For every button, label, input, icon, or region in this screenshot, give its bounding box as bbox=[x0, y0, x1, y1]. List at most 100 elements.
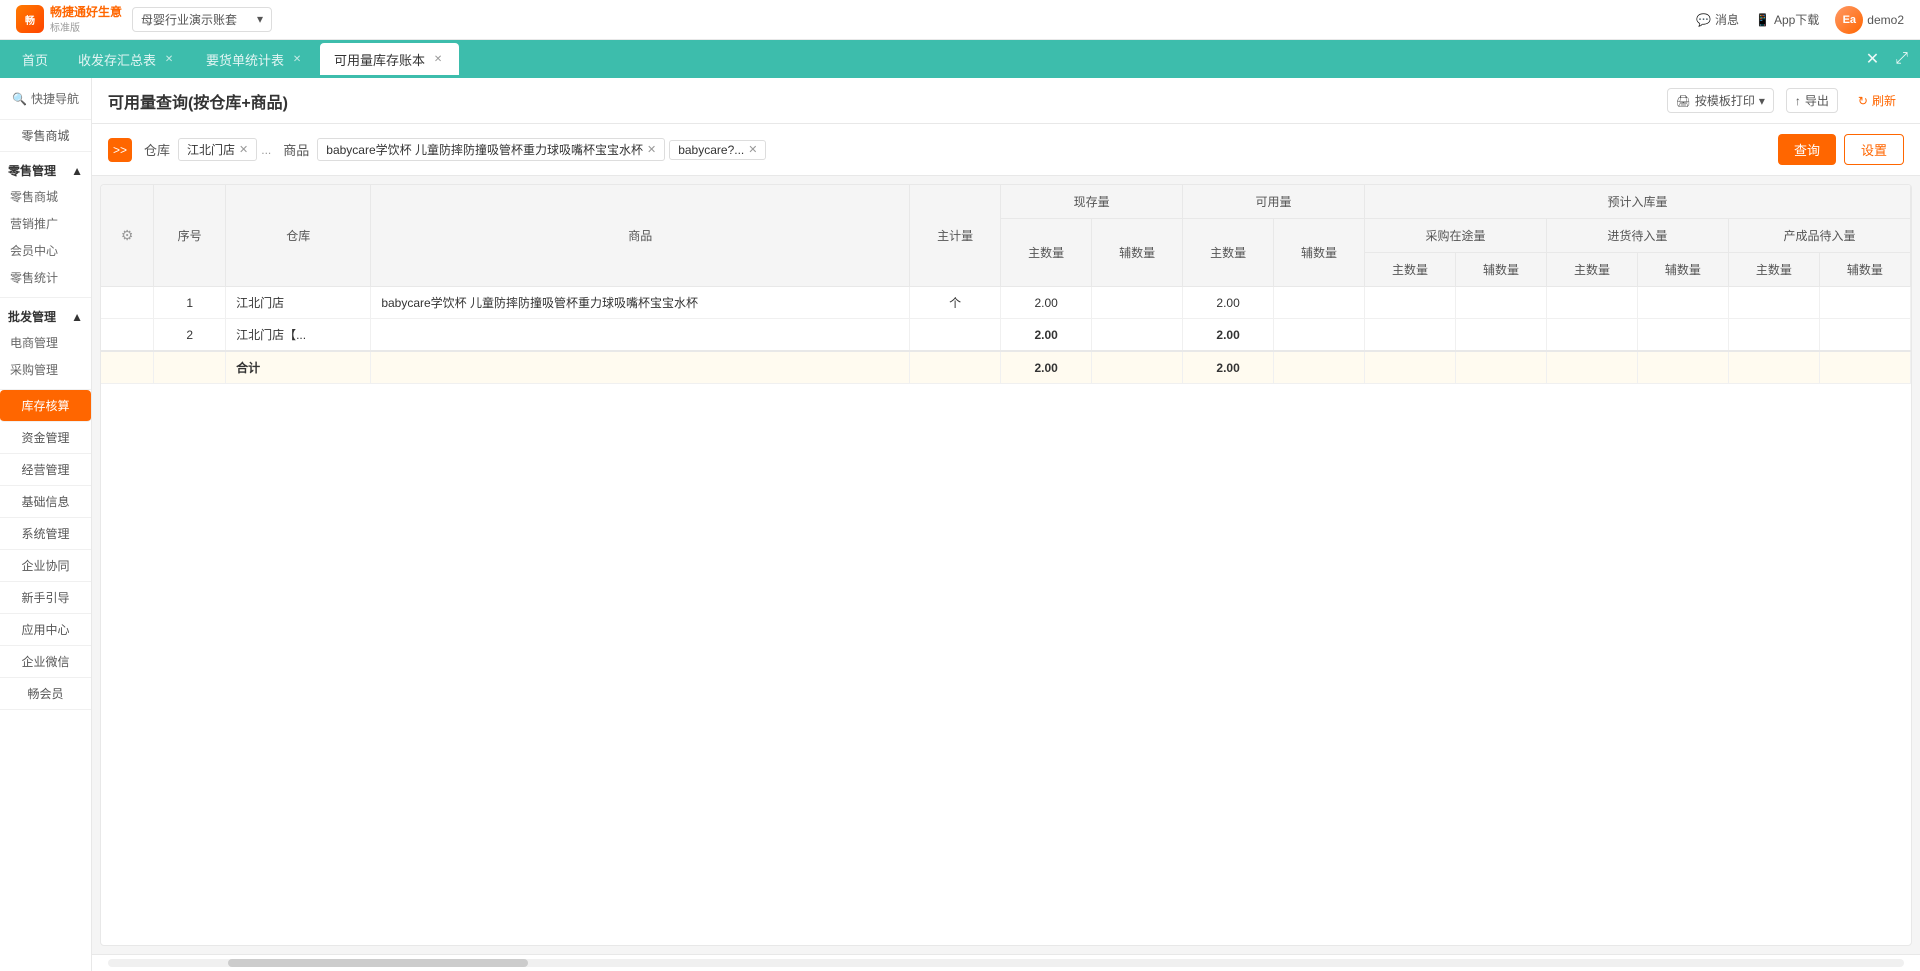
sidebar-item-quick-nav[interactable]: 零售商城 bbox=[0, 120, 91, 152]
close-all-tabs-button[interactable]: ✕ bbox=[1862, 47, 1883, 71]
logo-icon: 畅 bbox=[16, 5, 44, 33]
close-tab-receive[interactable]: ✕ bbox=[162, 52, 176, 66]
filter-actions: 查询 设置 bbox=[1778, 134, 1904, 165]
refresh-button[interactable]: ↻ 刷新 bbox=[1850, 89, 1904, 112]
close-tab-available[interactable]: ✕ bbox=[431, 52, 445, 66]
sidebar-item-marketing[interactable]: 营销推广 bbox=[6, 210, 85, 237]
sidebar-item-newbie[interactable]: 新手引导 bbox=[0, 582, 91, 614]
remove-product-tag-2[interactable]: ✕ bbox=[748, 143, 757, 156]
sidebar-item-system[interactable]: 系统管理 bbox=[0, 518, 91, 550]
sidebar-search[interactable]: 🔍 快捷导航 bbox=[0, 78, 91, 120]
tab-order[interactable]: 要货单统计表 ✕ bbox=[192, 43, 318, 75]
sidebar-item-basic[interactable]: 基础信息 bbox=[0, 486, 91, 518]
product-filter-section: 商品 babycare学饮杯 儿童防摔防撞吸管杯重力球吸嘴杯宝宝水杯 ✕ bab… bbox=[283, 138, 766, 161]
tab-receive[interactable]: 收发存汇总表 ✕ bbox=[64, 43, 190, 75]
main-content: 可用量查询(按仓库+商品) 🖨 按模板打印 ▾ ↑ 导出 ↻ 刷新 >> bbox=[92, 78, 1920, 971]
warehouse-more[interactable]: ... bbox=[261, 143, 271, 157]
page-header-actions: 🖨 按模板打印 ▾ ↑ 导出 ↻ 刷新 bbox=[1667, 88, 1904, 113]
th-stock: 现存量 bbox=[1001, 185, 1183, 219]
th-stock-sub: 辅数量 bbox=[1092, 219, 1183, 287]
scrollbar-thumb[interactable] bbox=[228, 959, 528, 967]
settings-button[interactable]: 设置 bbox=[1844, 134, 1904, 165]
logo-sub: 标准版 bbox=[50, 19, 122, 34]
sidebar-item-enterprise[interactable]: 企业协同 bbox=[0, 550, 91, 582]
th-forecast: 预计入库量 bbox=[1365, 185, 1911, 219]
sidebar-item-operation[interactable]: 经营管理 bbox=[0, 454, 91, 486]
tab-bar-left: 首页 收发存汇总表 ✕ 要货单统计表 ✕ 可用量库存账本 ✕ bbox=[8, 43, 459, 75]
table-row: 1 江北门店 babycare学饮杯 儿童防摔防撞吸管杯重力球吸嘴杯宝宝水杯 个… bbox=[101, 287, 1911, 319]
sidebar-item-inventory[interactable]: 库存核算 bbox=[0, 390, 91, 422]
sidebar-item-member-center[interactable]: 会员中心 bbox=[6, 237, 85, 264]
logo-text: 畅捷通好生意 bbox=[50, 5, 122, 19]
product-tag-babycare2[interactable]: babycare?... ✕ bbox=[669, 140, 766, 160]
th-available: 可用量 bbox=[1183, 185, 1365, 219]
download-icon: 📱 bbox=[1755, 13, 1770, 27]
th-inbound-main: 主数量 bbox=[1546, 253, 1637, 287]
th-purchase-sub: 辅数量 bbox=[1456, 253, 1547, 287]
warehouse-filter-section: 仓库 江北门店 ✕ ... bbox=[144, 138, 271, 161]
chevron-up-icon-batch: ▲ bbox=[71, 310, 83, 324]
sidebar-item-ecommerce[interactable]: 电商管理 bbox=[6, 329, 85, 356]
logo-area: 畅 畅捷通好生意 标准版 bbox=[16, 5, 122, 34]
sidebar-section-retail: 零售管理 ▲ 零售商城 营销推广 会员中心 零售统计 bbox=[0, 152, 91, 298]
warehouse-tags: 江北门店 ✕ ... bbox=[178, 138, 271, 161]
top-bar: 畅 畅捷通好生意 标准版 母婴行业演示账套 ▾ 💬 消息 📱 App下载 Ea … bbox=[0, 0, 1920, 40]
th-production: 产成品待入量 bbox=[1728, 219, 1910, 253]
sidebar-item-app-center[interactable]: 应用中心 bbox=[0, 614, 91, 646]
summary-row: 合计 2.00 2.00 bbox=[101, 351, 1911, 384]
tab-bar-right: ✕ ⤢ bbox=[1862, 47, 1912, 71]
search-icon: 🔍 bbox=[12, 92, 27, 106]
sidebar-section-batch-header[interactable]: 批发管理 ▲ bbox=[6, 304, 85, 329]
sidebar-section-retail-header[interactable]: 零售管理 ▲ bbox=[6, 158, 85, 183]
query-button[interactable]: 查询 bbox=[1778, 134, 1836, 165]
th-inbound: 进货待入量 bbox=[1546, 219, 1728, 253]
page-title: 可用量查询(按仓库+商品) bbox=[108, 89, 288, 113]
maximize-button[interactable]: ⤢ bbox=[1891, 48, 1912, 70]
gear-icon[interactable]: ⚙ bbox=[121, 227, 134, 243]
industry-selector[interactable]: 母婴行业演示账套 ▾ bbox=[132, 7, 272, 32]
th-avail-sub: 辅数量 bbox=[1274, 219, 1365, 287]
sidebar-item-purchase[interactable]: 采购管理 bbox=[6, 356, 85, 383]
sidebar-search-button[interactable]: 🔍 快捷导航 bbox=[6, 86, 85, 111]
download-action[interactable]: 📱 App下载 bbox=[1755, 11, 1819, 28]
sidebar-item-retail-stats[interactable]: 零售统计 bbox=[6, 264, 85, 291]
table-row: 2 江北门店【... 2.00 2.00 bbox=[101, 319, 1911, 352]
warehouse-tag-jiangbei[interactable]: 江北门店 ✕ bbox=[178, 138, 257, 161]
export-button[interactable]: ↑ 导出 bbox=[1786, 88, 1838, 113]
avatar: Ea bbox=[1835, 6, 1863, 34]
message-action[interactable]: 💬 消息 bbox=[1696, 11, 1739, 28]
refresh-icon: ↻ bbox=[1858, 94, 1868, 108]
expand-filter-button[interactable]: >> bbox=[108, 138, 132, 162]
user-action[interactable]: Ea demo2 bbox=[1835, 6, 1904, 34]
sidebar-item-retail-mall[interactable]: 零售商城 bbox=[6, 183, 85, 210]
product-label: 商品 bbox=[283, 140, 309, 159]
print-button[interactable]: 🖨 按模板打印 ▾ bbox=[1667, 88, 1774, 113]
sidebar-section-batch: 批发管理 ▲ 电商管理 采购管理 bbox=[0, 298, 91, 390]
sidebar-item-wechat[interactable]: 企业微信 bbox=[0, 646, 91, 678]
tab-available[interactable]: 可用量库存账本 ✕ bbox=[320, 43, 459, 75]
warehouse-label: 仓库 bbox=[144, 140, 170, 159]
close-tab-order[interactable]: ✕ bbox=[290, 52, 304, 66]
horizontal-scrollbar[interactable] bbox=[108, 959, 1904, 967]
th-warehouse: 仓库 bbox=[226, 185, 371, 287]
chevron-down-icon-print: ▾ bbox=[1759, 94, 1765, 108]
th-inbound-sub: 辅数量 bbox=[1637, 253, 1728, 287]
top-bar-right: 💬 消息 📱 App下载 Ea demo2 bbox=[1696, 6, 1904, 34]
remove-warehouse-tag[interactable]: ✕ bbox=[239, 143, 248, 156]
table-area: ⚙ 序号 仓库 商品 主计量 现存量 可用量 预计入库量 主数量 辅数量 主数量… bbox=[100, 184, 1912, 946]
filter-bar: >> 仓库 江北门店 ✕ ... 商品 babycare学饮杯 儿童防摔防撞吸管… bbox=[92, 124, 1920, 176]
th-gear: ⚙ bbox=[101, 185, 154, 287]
sidebar-item-member[interactable]: 畅会员 bbox=[0, 678, 91, 710]
th-product: 商品 bbox=[371, 185, 910, 287]
top-bar-left: 畅 畅捷通好生意 标准版 母婴行业演示账套 ▾ bbox=[16, 5, 272, 34]
sidebar: 🔍 快捷导航 零售商城 零售管理 ▲ 零售商城 营销推广 会员中心 零售统计 批… bbox=[0, 78, 92, 971]
product-tag-babycare[interactable]: babycare学饮杯 儿童防摔防撞吸管杯重力球吸嘴杯宝宝水杯 ✕ bbox=[317, 138, 665, 161]
page-header: 可用量查询(按仓库+商品) 🖨 按模板打印 ▾ ↑ 导出 ↻ 刷新 bbox=[92, 78, 1920, 124]
chevron-up-icon: ▲ bbox=[71, 164, 83, 178]
tab-home[interactable]: 首页 bbox=[8, 43, 62, 75]
th-index: 序号 bbox=[154, 185, 226, 287]
remove-product-tag-1[interactable]: ✕ bbox=[647, 143, 656, 156]
sidebar-item-finance[interactable]: 资金管理 bbox=[0, 422, 91, 454]
th-stock-main: 主数量 bbox=[1001, 219, 1092, 287]
th-production-main: 主数量 bbox=[1728, 253, 1819, 287]
